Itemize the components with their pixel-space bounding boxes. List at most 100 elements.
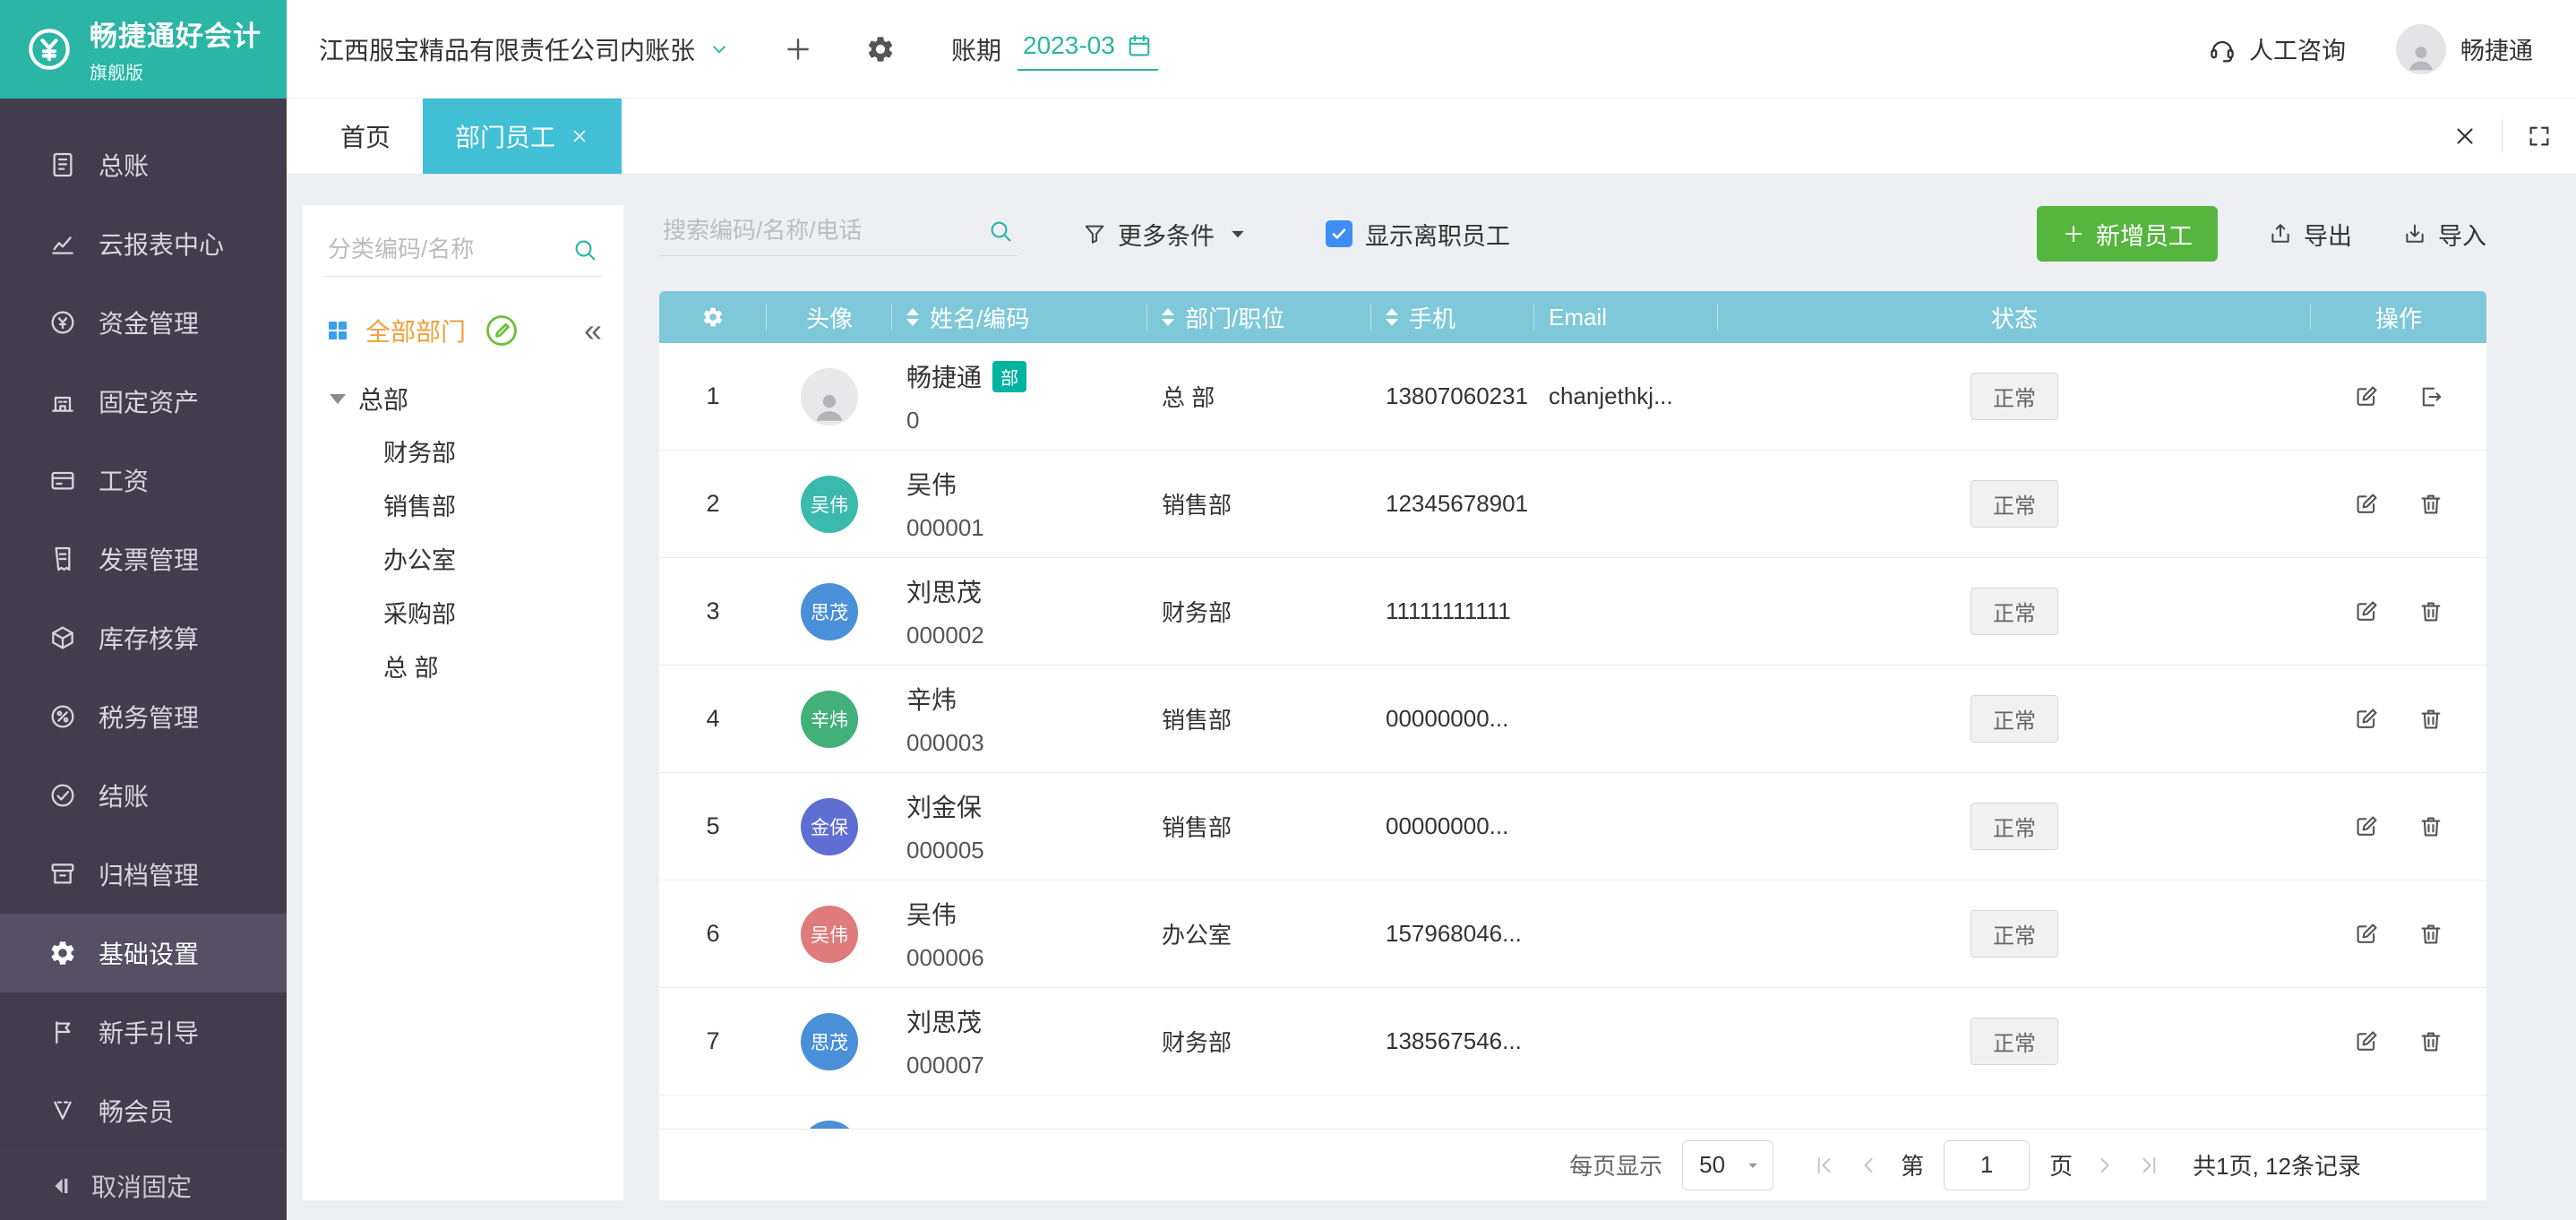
support-button[interactable]: 人工咨询 bbox=[2208, 31, 2346, 66]
import-icon bbox=[2402, 221, 2427, 246]
edit-icon[interactable] bbox=[2353, 383, 2380, 410]
grid-icon bbox=[324, 317, 351, 344]
tab-close-icon[interactable] bbox=[570, 126, 589, 146]
company-name: 江西服宝精品有限责任公司内账张 bbox=[319, 36, 696, 64]
add-employee-label: 新增员工 bbox=[2096, 222, 2193, 250]
more-filters-button[interactable]: 更多条件 bbox=[1082, 217, 1250, 252]
delete-icon[interactable] bbox=[2417, 813, 2444, 840]
gear-icon[interactable] bbox=[701, 305, 725, 329]
sidebar-item-guide[interactable]: 新手引导 bbox=[0, 992, 287, 1071]
page-input[interactable] bbox=[1944, 1139, 2031, 1190]
sidebar-item-label: 资金管理 bbox=[99, 310, 200, 338]
table-row[interactable]: 4 辛炜 辛炜 000003 销售部 00000000... 正常 bbox=[659, 666, 2486, 773]
column-settings[interactable] bbox=[659, 291, 767, 343]
edit-icon[interactable] bbox=[2353, 598, 2380, 625]
add-button[interactable] bbox=[783, 34, 813, 64]
close-icon[interactable] bbox=[2451, 123, 2478, 150]
employee-avatar: 吴伟 bbox=[801, 475, 858, 533]
tree-node-root[interactable]: 总部 bbox=[324, 381, 602, 417]
sidebar-item-report[interactable]: 云报表中心 bbox=[0, 204, 287, 283]
row-index: 7 bbox=[706, 1027, 720, 1054]
table-row[interactable] bbox=[659, 1095, 2486, 1129]
status-badge: 正常 bbox=[1971, 695, 2058, 743]
tree-node[interactable]: 总 部 bbox=[324, 639, 602, 692]
sidebar-item-asset[interactable]: 固定资产 bbox=[0, 362, 287, 441]
sidebar-item-tax[interactable]: 税务管理 bbox=[0, 677, 287, 756]
prev-page-button[interactable] bbox=[1856, 1153, 1881, 1178]
sidebar-item-invoice[interactable]: 发票管理 bbox=[0, 520, 287, 598]
edit-icon[interactable] bbox=[2353, 491, 2380, 518]
period-selector[interactable]: 2023-03 bbox=[1018, 28, 1158, 71]
sidebar-item-ledger[interactable]: 总账 bbox=[0, 125, 287, 204]
company-selector[interactable]: 江西服宝精品有限责任公司内账张 bbox=[319, 31, 731, 67]
column-header-dept[interactable]: 部门/职位 bbox=[1147, 291, 1371, 343]
tree-node[interactable]: 财务部 bbox=[324, 424, 602, 477]
column-header-phone[interactable]: 手机 bbox=[1371, 291, 1534, 343]
ledger-icon bbox=[48, 150, 77, 179]
sort-icon[interactable] bbox=[1386, 308, 1398, 326]
period-label: 账期 bbox=[951, 36, 1002, 64]
sidebar-item-inventory[interactable]: 库存核算 bbox=[0, 598, 287, 677]
delete-icon[interactable] bbox=[2417, 598, 2444, 625]
edit-icon[interactable] bbox=[2353, 1028, 2380, 1055]
delete-icon[interactable] bbox=[2417, 1028, 2444, 1055]
table-row[interactable]: 5 金保 刘金保 000005 销售部 00000000... 正常 bbox=[659, 773, 2486, 881]
all-departments-label[interactable]: 全部部门 bbox=[365, 313, 466, 348]
delete-icon[interactable] bbox=[2417, 491, 2444, 518]
search-icon[interactable] bbox=[987, 218, 1014, 245]
column-header-actions: 操作 bbox=[2311, 291, 2486, 343]
tree-node[interactable]: 销售部 bbox=[324, 477, 602, 531]
divider bbox=[2502, 119, 2503, 153]
first-page-button[interactable] bbox=[1811, 1153, 1836, 1178]
sidebar-item-member[interactable]: 畅会员 bbox=[0, 1071, 287, 1150]
add-employee-button[interactable]: 新增员工 bbox=[2037, 206, 2218, 262]
sidebar-menu: 总账 云报表中心 资金管理 固定资产 工资 发票管理 库存核算 税务管理 结账 … bbox=[0, 99, 287, 1150]
edit-icon[interactable] bbox=[2353, 813, 2380, 840]
table-row[interactable]: 1 畅捷通 部 0 总 部 13807060231 chanjethkj... … bbox=[659, 343, 2486, 451]
sidebar-item-label: 基础设置 bbox=[99, 941, 200, 968]
brand-text: 畅捷通好会计 旗舰版 bbox=[90, 13, 262, 84]
table-row[interactable]: 7 思茂 刘思茂 000007 财务部 138567546... 正常 bbox=[659, 988, 2486, 1095]
sidebar-item-archive[interactable]: 归档管理 bbox=[0, 835, 287, 914]
edit-icon[interactable] bbox=[2353, 921, 2380, 948]
tab[interactable]: 部门员工 bbox=[423, 99, 623, 174]
sidebar-item-salary[interactable]: 工资 bbox=[0, 441, 287, 520]
last-page-button[interactable] bbox=[2137, 1153, 2162, 1178]
department-search-input[interactable] bbox=[328, 236, 564, 263]
sidebar-item-funds[interactable]: 资金管理 bbox=[0, 283, 287, 362]
tab[interactable]: 首页 bbox=[308, 99, 423, 174]
logout-icon[interactable] bbox=[2417, 383, 2444, 410]
user-menu[interactable]: 畅捷通 bbox=[2396, 23, 2533, 74]
sidebar-item-settings[interactable]: 基础设置 bbox=[0, 914, 287, 992]
export-button[interactable]: 导出 bbox=[2268, 217, 2352, 252]
tree-node[interactable]: 办公室 bbox=[324, 531, 602, 585]
show-resigned-checkbox[interactable]: 显示离职员工 bbox=[1326, 217, 1510, 252]
employee-search-input[interactable] bbox=[663, 217, 980, 245]
sidebar-item-closing[interactable]: 结账 bbox=[0, 756, 287, 835]
table-row[interactable]: 2 吴伟 吴伟 000001 销售部 12345678901 正常 bbox=[659, 451, 2486, 558]
table-row[interactable]: 6 吴伟 吴伟 000006 办公室 157968046... 正常 bbox=[659, 881, 2486, 988]
settings-button[interactable] bbox=[865, 34, 896, 64]
table-row[interactable]: 3 思茂 刘思茂 000002 财务部 11111111111 正常 bbox=[659, 558, 2486, 666]
member-icon bbox=[48, 1096, 77, 1125]
delete-icon[interactable] bbox=[2417, 921, 2444, 948]
import-button[interactable]: 导入 bbox=[2402, 217, 2486, 252]
pagination: 每页显示 50 第 页 共1页, 12条记录 bbox=[659, 1129, 2486, 1200]
per-page-select[interactable]: 50 bbox=[1682, 1139, 1774, 1190]
checkbox-checked[interactable] bbox=[1326, 220, 1352, 247]
unpin-button[interactable]: 取消固定 bbox=[0, 1150, 287, 1220]
delete-icon[interactable] bbox=[2417, 706, 2444, 733]
edit-departments-icon[interactable] bbox=[484, 313, 519, 348]
column-header-name[interactable]: 姓名/编码 bbox=[892, 291, 1147, 343]
tree-node[interactable]: 采购部 bbox=[324, 585, 602, 639]
sort-icon[interactable] bbox=[906, 308, 919, 326]
fullscreen-icon[interactable] bbox=[2526, 123, 2553, 150]
collapse-panel-icon[interactable]: « bbox=[584, 314, 602, 347]
next-page-button[interactable] bbox=[2092, 1153, 2117, 1178]
edit-icon[interactable] bbox=[2353, 706, 2380, 733]
tree-expand-icon[interactable] bbox=[330, 393, 346, 404]
sort-icon[interactable] bbox=[1162, 308, 1174, 326]
brand-logo-icon bbox=[25, 25, 73, 73]
row-index: 4 bbox=[706, 705, 720, 732]
search-icon[interactable] bbox=[571, 236, 598, 263]
